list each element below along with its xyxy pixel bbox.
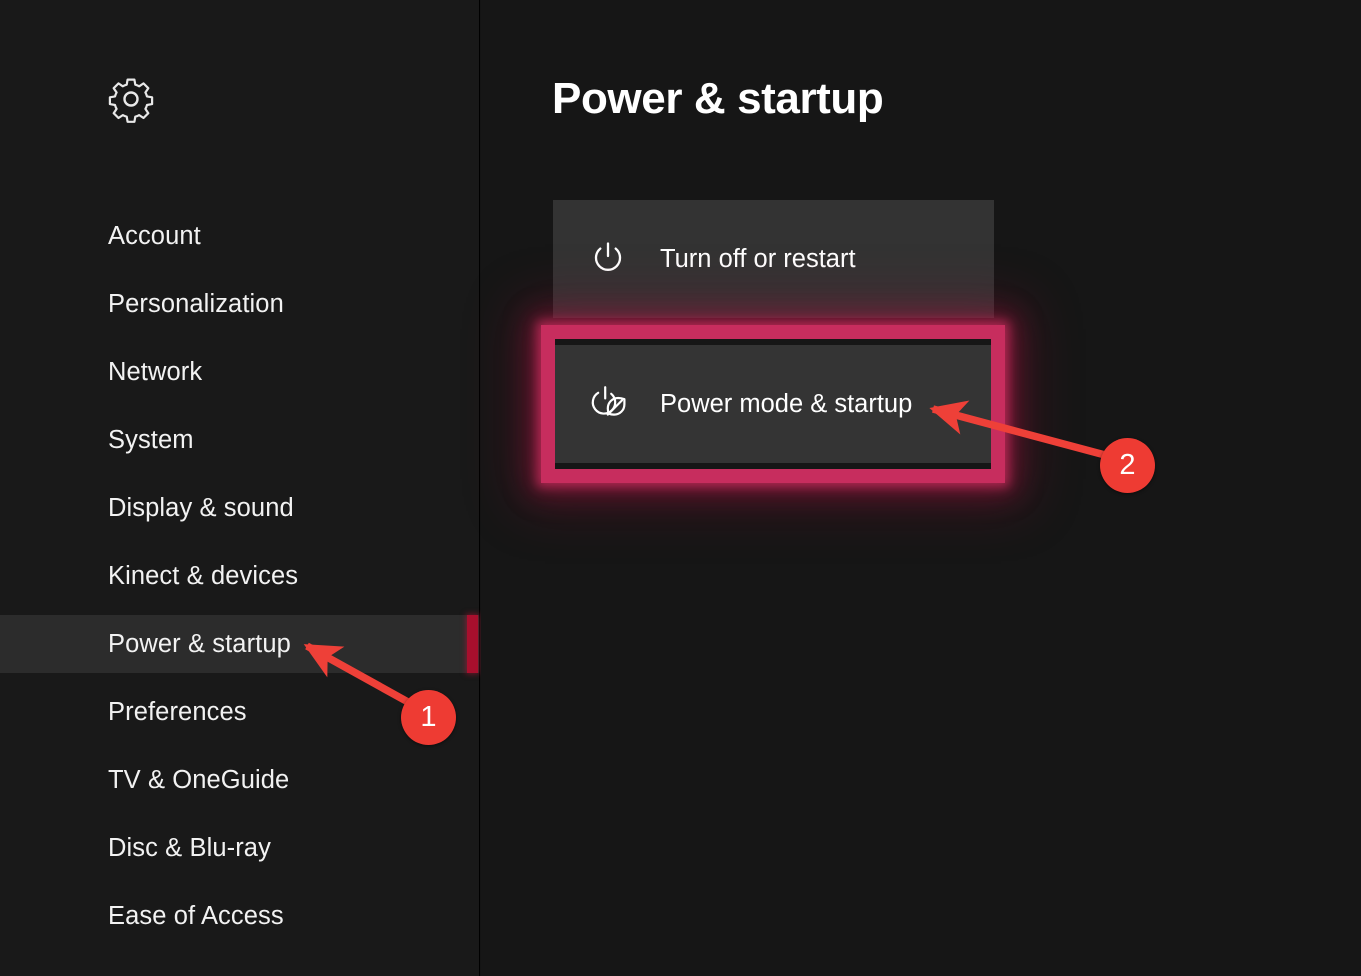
- sidebar-item-label: TV & OneGuide: [108, 765, 290, 794]
- power-icon: [586, 237, 630, 281]
- sidebar-item-label: Ease of Access: [108, 901, 284, 930]
- gear-icon[interactable]: [107, 75, 155, 123]
- xbox-settings-screen: Account Personalization Network System D…: [0, 0, 1361, 976]
- sidebar-item-label: System: [108, 425, 194, 454]
- sidebar-item-personalization[interactable]: Personalization: [0, 275, 479, 333]
- annotation-badge-2: 2: [1100, 438, 1155, 493]
- sidebar-item-label: Display & sound: [108, 493, 294, 522]
- sidebar-item-label: Network: [108, 357, 203, 386]
- sidebar-item-ease-of-access[interactable]: Ease of Access: [0, 887, 479, 945]
- sidebar-item-tv-oneguide[interactable]: TV & OneGuide: [0, 751, 479, 809]
- sidebar-item-label: Kinect & devices: [108, 561, 299, 590]
- main-content-panel: Power & startup Turn off or restart Powe…: [481, 0, 1361, 976]
- sidebar-item-power-startup[interactable]: Power & startup: [0, 615, 479, 673]
- sidebar-item-account[interactable]: Account: [0, 207, 479, 265]
- page-title: Power & startup: [552, 74, 884, 123]
- sidebar-item-label: Personalization: [108, 289, 284, 318]
- selected-accent-bar: [467, 615, 478, 673]
- power-leaf-eco-icon: [586, 382, 630, 426]
- tile-power-mode-and-startup[interactable]: Power mode & startup: [553, 345, 994, 463]
- sidebar-item-display-sound[interactable]: Display & sound: [0, 479, 479, 537]
- sidebar-item-label: Account: [108, 221, 201, 250]
- annotation-badge-1: 1: [401, 690, 456, 745]
- sidebar-item-disc-bluray[interactable]: Disc & Blu-ray: [0, 819, 479, 877]
- tile-label: Power mode & startup: [660, 389, 913, 418]
- tile-label: Turn off or restart: [660, 244, 856, 273]
- tile-turn-off-or-restart[interactable]: Turn off or restart: [553, 200, 994, 318]
- sidebar-item-label: Disc & Blu-ray: [108, 833, 271, 862]
- sidebar-item-system[interactable]: System: [0, 411, 479, 469]
- sidebar-item-label: Preferences: [108, 697, 247, 726]
- settings-sidebar: Account Personalization Network System D…: [0, 0, 480, 976]
- sidebar-item-network[interactable]: Network: [0, 343, 479, 401]
- sidebar-item-kinect-devices[interactable]: Kinect & devices: [0, 547, 479, 605]
- sidebar-item-label: Power & startup: [108, 629, 291, 658]
